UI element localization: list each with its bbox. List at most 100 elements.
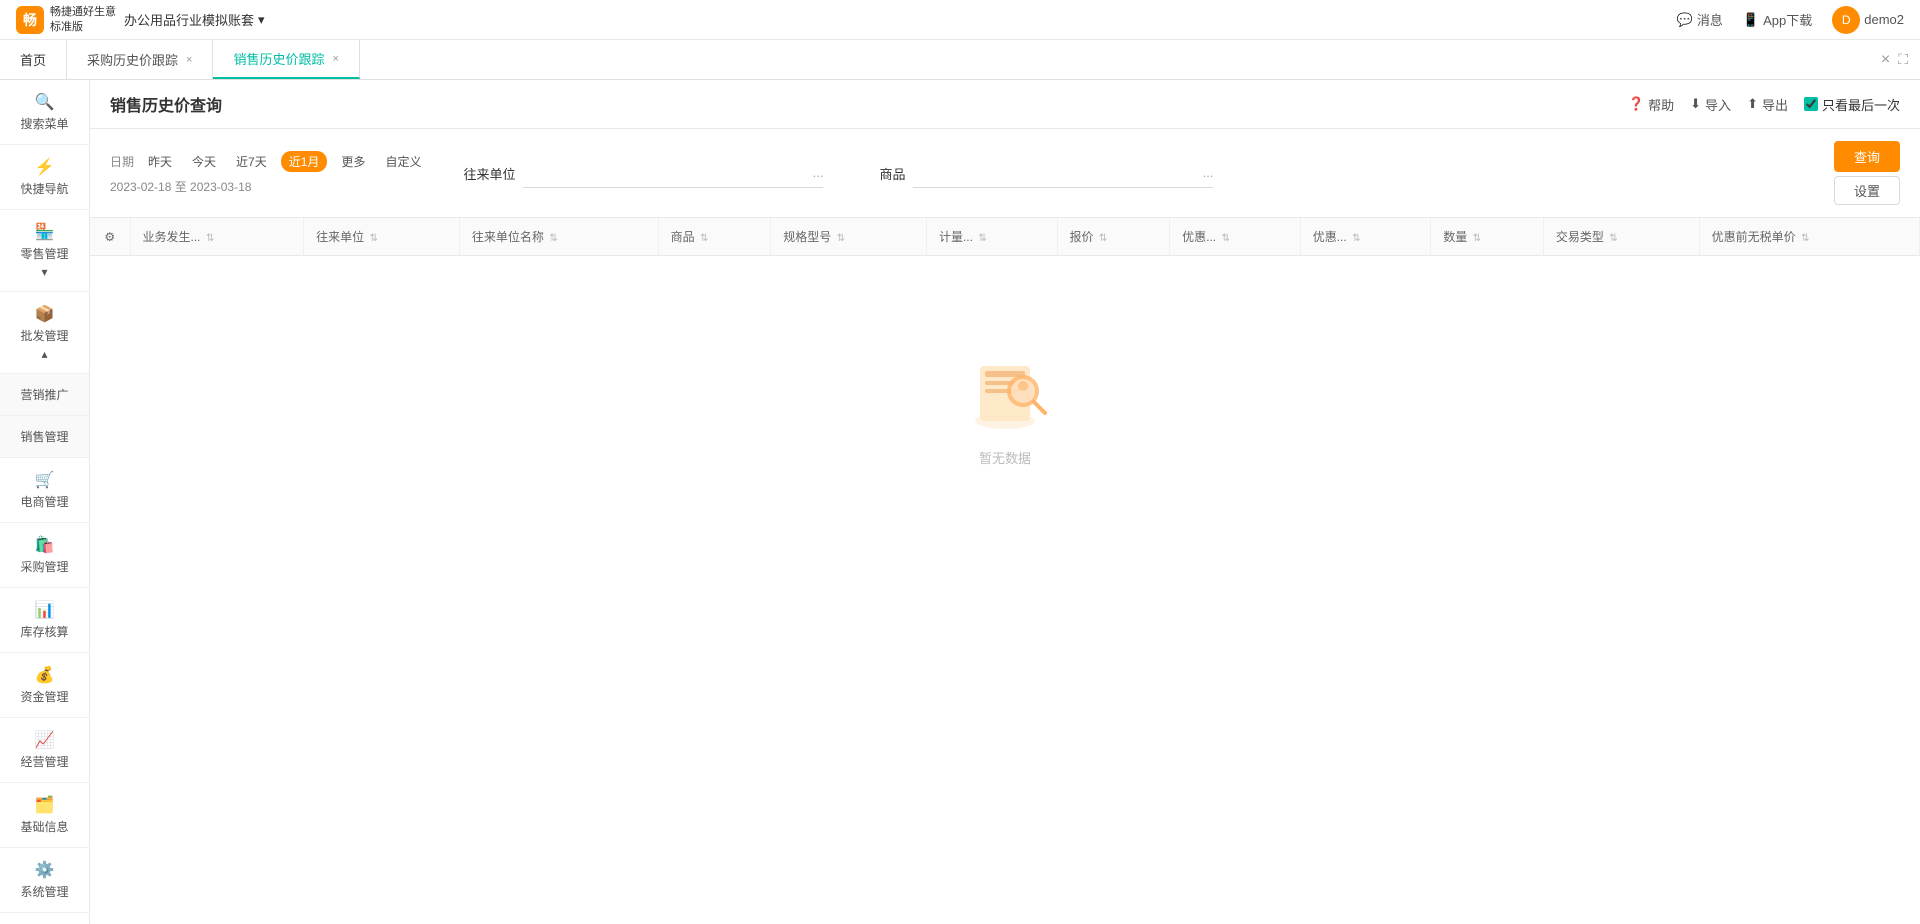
sidebar-item-enterprise[interactable]: 🤝 企业协同: [0, 913, 89, 924]
sidebar-label-ecom: 电商管理: [20, 493, 68, 510]
date-btn-7days[interactable]: 近7天: [230, 151, 273, 172]
product-filter: 商品 ...: [879, 159, 1213, 188]
date-btn-1month[interactable]: 近1月: [281, 151, 328, 172]
page-actions: ❓ 帮助 ⬇ 导入 ⬆ 导出 只看最后一次: [1628, 95, 1900, 114]
sidebar-label-quick-nav: 快捷导航: [20, 180, 68, 197]
sidebar-label-retail: 零售管理: [20, 245, 68, 262]
sidebar-item-sales-mgmt[interactable]: 销售管理: [0, 416, 89, 458]
sort-discount1-icon: ⇅: [1222, 233, 1230, 244]
date-btn-more[interactable]: 更多: [335, 151, 371, 172]
date-btn-custom[interactable]: 自定义: [379, 151, 427, 172]
fullscreen-icon[interactable]: ⛶: [1898, 51, 1908, 68]
sidebar-item-wholesale-mgmt[interactable]: 📦 批发管理 ▴: [0, 292, 89, 374]
retail-icon: 🏪: [35, 222, 55, 242]
logo-area: 畅 畅捷通好生意 标准版: [16, 5, 116, 34]
purchase-icon: 🛍️: [35, 535, 55, 555]
th-discount2-label: 优惠...: [1313, 230, 1347, 244]
sidebar-item-retail-mgmt[interactable]: 🏪 零售管理 ▾: [0, 210, 89, 292]
import-icon: ⬇: [1690, 96, 1701, 112]
sidebar-item-basic-info[interactable]: 🗂️ 基础信息: [0, 783, 89, 848]
app-download-button[interactable]: 📱 App下载: [1743, 10, 1812, 29]
sort-price-icon: ⇅: [1099, 233, 1107, 244]
product-input[interactable]: [913, 159, 1202, 187]
sort-biz-date-icon: ⇅: [206, 233, 214, 244]
th-unit-label: 计量...: [939, 230, 973, 244]
page-title: 销售历史价查询: [110, 92, 222, 116]
tab-right-actions: × ⛶: [1881, 51, 1920, 69]
wholesale-icon: 📦: [35, 304, 55, 324]
logo-icon: 畅: [16, 6, 44, 34]
sort-trade-type-icon: ⇅: [1609, 233, 1617, 244]
tab-sales-history[interactable]: 销售历史价跟踪 ×: [213, 40, 359, 79]
th-trade-type[interactable]: 交易类型 ⇅: [1543, 218, 1699, 256]
app-icon: 📱: [1743, 12, 1759, 28]
only-last-checkbox[interactable]: 只看最后一次: [1804, 95, 1900, 114]
tab-home[interactable]: 首页: [0, 40, 67, 79]
ecom-icon: 🛒: [35, 470, 55, 490]
tab-purchase-history[interactable]: 采购历史价跟踪 ×: [67, 40, 213, 79]
import-button[interactable]: ⬇ 导入: [1690, 95, 1731, 114]
tab-sales-close-icon[interactable]: ×: [332, 53, 338, 65]
th-biz-date[interactable]: 业务发生... ⇅: [130, 218, 304, 256]
sidebar-label-finance: 资金管理: [20, 688, 68, 705]
inventory-icon: 📊: [35, 600, 55, 620]
date-btn-today[interactable]: 今天: [186, 151, 222, 172]
basic-info-icon: 🗂️: [35, 795, 55, 815]
query-button[interactable]: 查询: [1834, 141, 1900, 172]
help-button[interactable]: ❓ 帮助: [1628, 95, 1674, 114]
filter-actions: 查询 设置: [1834, 141, 1900, 205]
th-partner-code[interactable]: 往来单位 ⇅: [304, 218, 460, 256]
close-window-icon[interactable]: ×: [1881, 51, 1890, 69]
product-dots: ...: [1203, 165, 1214, 180]
date-filter-group: 日期 昨天 今天 近7天 近1月 更多 自定义 2023-02-18 至 202…: [110, 151, 427, 195]
settings-button[interactable]: 设置: [1834, 176, 1900, 205]
th-price[interactable]: 报价 ⇅: [1057, 218, 1170, 256]
app-selector[interactable]: 办公用品行业模拟账套 ▾: [124, 10, 265, 29]
tab-bar: 首页 采购历史价跟踪 × 销售历史价跟踪 × × ⛶: [0, 40, 1920, 80]
sidebar-label-wholesale: 批发管理: [20, 327, 68, 344]
user-area[interactable]: D demo2: [1832, 6, 1904, 34]
product-label: 商品: [879, 164, 905, 183]
sidebar: 🔍 搜索菜单 ⚡ 快捷导航 🏪 零售管理 ▾ 📦 批发管理 ▴ 营销推广 销售管…: [0, 80, 90, 924]
sidebar-item-finance[interactable]: 💰 资金管理: [0, 653, 89, 718]
sidebar-item-search-menu[interactable]: 🔍 搜索菜单: [0, 80, 89, 145]
th-quantity[interactable]: 数量 ⇅: [1431, 218, 1544, 256]
empty-text: 暂无数据: [979, 448, 1031, 467]
sort-quantity-icon: ⇅: [1473, 233, 1481, 244]
msg-button[interactable]: 💬 消息: [1677, 10, 1723, 29]
date-btn-yesterday[interactable]: 昨天: [142, 151, 178, 172]
logo-text: 畅捷通好生意 标准版: [50, 5, 116, 34]
only-last-input[interactable]: [1804, 97, 1818, 111]
tab-purchase-close-icon[interactable]: ×: [186, 54, 192, 66]
th-pre-tax-price[interactable]: 优惠前无税单价 ⇅: [1699, 218, 1919, 256]
sidebar-label-purchase: 采购管理: [20, 558, 68, 575]
sidebar-item-sys-mgmt[interactable]: ⚙️ 系统管理: [0, 848, 89, 913]
data-table: ⚙ 业务发生... ⇅ 往来单位 ⇅ 往来单位名称 ⇅: [90, 218, 1920, 256]
th-product[interactable]: 商品 ⇅: [658, 218, 771, 256]
th-unit[interactable]: 计量... ⇅: [926, 218, 1057, 256]
date-range: 2023-02-18 至 2023-03-18: [110, 178, 427, 195]
sidebar-item-marketing[interactable]: 营销推广: [0, 374, 89, 416]
sort-pre-tax-price-icon: ⇅: [1801, 233, 1809, 244]
sidebar-item-operations[interactable]: 📈 经营管理: [0, 718, 89, 783]
table-header-row: ⚙ 业务发生... ⇅ 往来单位 ⇅ 往来单位名称 ⇅: [90, 218, 1920, 256]
sidebar-item-ecom-mgmt[interactable]: 🛒 电商管理: [0, 458, 89, 523]
wholesale-arrow-icon: ▴: [41, 347, 47, 361]
sidebar-label-sys: 系统管理: [20, 883, 68, 900]
th-trade-type-label: 交易类型: [1556, 230, 1604, 244]
top-bar: 畅 畅捷通好生意 标准版 办公用品行业模拟账套 ▾ 💬 消息 📱 App下载 D…: [0, 0, 1920, 40]
operations-icon: 📈: [35, 730, 55, 750]
th-gear[interactable]: ⚙: [90, 218, 130, 256]
sidebar-item-purchase-mgmt[interactable]: 🛍️ 采购管理: [0, 523, 89, 588]
sidebar-label-inventory: 库存核算: [20, 623, 68, 640]
th-partner-name[interactable]: 往来单位名称 ⇅: [459, 218, 658, 256]
sidebar-item-quick-nav[interactable]: ⚡ 快捷导航: [0, 145, 89, 210]
partner-input[interactable]: [523, 159, 812, 187]
th-spec[interactable]: 规格型号 ⇅: [771, 218, 927, 256]
sort-unit-icon: ⇅: [978, 233, 986, 244]
th-discount1[interactable]: 优惠... ⇅: [1170, 218, 1301, 256]
th-discount2[interactable]: 优惠... ⇅: [1300, 218, 1431, 256]
th-product-label: 商品: [671, 230, 695, 244]
sidebar-item-inventory[interactable]: 📊 库存核算: [0, 588, 89, 653]
export-button[interactable]: ⬆ 导出: [1747, 95, 1788, 114]
